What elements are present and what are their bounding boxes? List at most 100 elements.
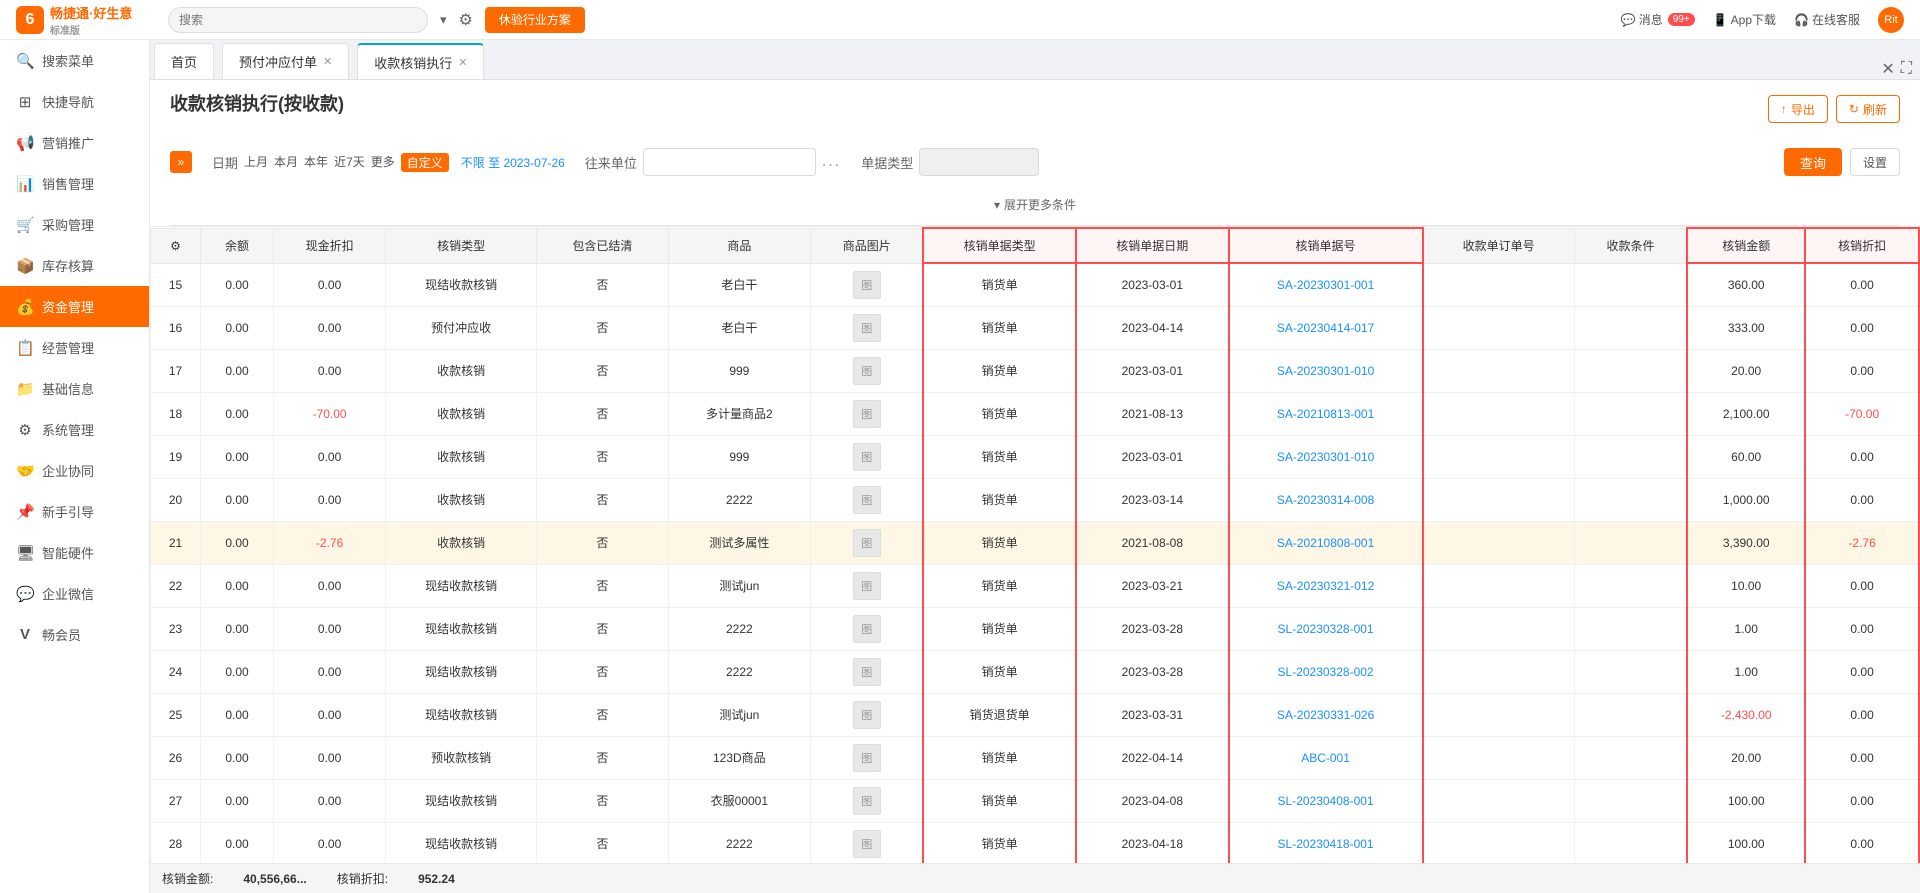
tab-receipt-close[interactable]: ✕ — [458, 56, 467, 69]
cell-verify-no[interactable]: SL-20230328-002 — [1229, 650, 1423, 693]
cell-balance: 0.00 — [201, 306, 274, 349]
cell-verify-voucher-type: 销货单 — [923, 779, 1076, 822]
table-header-row: ⚙ 余额 现金折扣 核销类型 包含已结清 商品 商品图片 核销单据类型 核销单据… — [151, 228, 1920, 263]
cell-verify-date: 2023-03-01 — [1076, 263, 1229, 306]
cell-verify-discount: 0.00 — [1805, 306, 1919, 349]
date-more[interactable]: 更多 — [371, 153, 395, 172]
cell-receipt-condition — [1574, 521, 1687, 564]
table-scroll[interactable]: ⚙ 余额 现金折扣 核销类型 包含已结清 商品 商品图片 核销单据类型 核销单据… — [150, 227, 1920, 863]
col-verify-voucher-type: 核销单据类型 — [923, 228, 1076, 263]
industry-btn[interactable]: 休验行业方案 — [485, 7, 585, 33]
sidebar-item-operations[interactable]: 📋 经营管理 — [0, 327, 149, 368]
cell-verify-no[interactable]: SL-20230408-001 — [1229, 779, 1423, 822]
online-service-btn[interactable]: 🎧 在线客服 — [1794, 11, 1860, 28]
cell-verify-voucher-type: 销货单 — [923, 822, 1076, 863]
sidebar-item-capital[interactable]: 💰 资金管理 — [0, 286, 149, 327]
cell-verify-discount: 0.00 — [1805, 263, 1919, 306]
cell-cash-discount: 0.00 — [274, 263, 386, 306]
sidebar-item-basic[interactable]: 📁 基础信息 — [0, 368, 149, 409]
cell-verify-voucher-type: 销货单 — [923, 650, 1076, 693]
sidebar-label-operations: 经营管理 — [42, 338, 94, 357]
sidebar-item-nav[interactable]: ⊞ 快捷导航 — [0, 81, 149, 122]
messages-btn[interactable]: 💬 消息 99+ — [1621, 11, 1695, 28]
cell-verify-date: 2022-04-14 — [1076, 736, 1229, 779]
settings-icon[interactable]: ⚙ — [459, 10, 473, 30]
cell-product: 999 — [668, 435, 810, 478]
app-download-btn[interactable]: 📱 App下载 — [1713, 11, 1776, 28]
cell-verify-no[interactable]: SA-20230301-010 — [1229, 435, 1423, 478]
cell-no: 16 — [151, 306, 201, 349]
cell-product-img: 图 — [811, 693, 924, 736]
cell-product-img: 图 — [811, 349, 924, 392]
cell-verify-no[interactable]: SA-20230301-001 — [1229, 263, 1423, 306]
search-input[interactable] — [168, 7, 428, 33]
sidebar-item-wechat[interactable]: 💬 企业微信 — [0, 573, 149, 614]
filter-expand-arrow[interactable]: » — [170, 151, 192, 173]
table-row: 25 0.00 0.00 现结收款核销 否 测试jun 图 销货退货单 2023… — [151, 693, 1920, 736]
gear-icon[interactable]: ⚙ — [170, 239, 181, 253]
sidebar-label-guide: 新手引导 — [42, 502, 94, 521]
sidebar-item-enterprise[interactable]: 🤝 企业协同 — [0, 450, 149, 491]
sidebar-item-search[interactable]: 🔍 搜索菜单 — [0, 40, 149, 81]
tab-bar-right: ✕ ⛶ — [1881, 59, 1920, 79]
sidebar-label-purchase: 采购管理 — [42, 215, 94, 234]
cell-verify-no[interactable]: ABC-001 — [1229, 736, 1423, 779]
expand-more-btn[interactable]: ▾ 展开更多条件 — [994, 190, 1076, 219]
cell-verify-no[interactable]: SA-20210813-001 — [1229, 392, 1423, 435]
settings-btn[interactable]: 设置 — [1850, 148, 1900, 176]
cell-verify-type: 现结收款核销 — [386, 693, 537, 736]
expand-window-btn[interactable]: ⛶ — [1901, 60, 1912, 78]
cell-verify-no[interactable]: SA-20230414-017 — [1229, 306, 1423, 349]
sidebar-item-system[interactable]: ⚙ 系统管理 — [0, 409, 149, 450]
voucher-type-select[interactable] — [919, 148, 1039, 176]
partner-input[interactable] — [643, 148, 816, 176]
sidebar: 🔍 搜索菜单 ⊞ 快捷导航 📢 营销推广 📊 销售管理 🛒 采购管理 📦 库存核… — [0, 40, 150, 893]
table-row: 20 0.00 0.00 收款核销 否 2222 图 销货单 2023-03-1… — [151, 478, 1920, 521]
refresh-btn[interactable]: ↻ 刷新 — [1836, 95, 1900, 123]
date-this-month[interactable]: 本月 — [274, 153, 298, 172]
cell-verify-no[interactable]: SA-20230301-010 — [1229, 349, 1423, 392]
tab-prepay-close[interactable]: ✕ — [323, 55, 332, 68]
date-last-month[interactable]: 上月 — [244, 153, 268, 172]
close-window-btn[interactable]: ✕ — [1881, 59, 1894, 79]
date-7days[interactable]: 近7天 — [334, 153, 365, 172]
sidebar-item-sales[interactable]: 📊 销售管理 — [0, 163, 149, 204]
sidebar-label-basic: 基础信息 — [42, 379, 94, 398]
app-edition: 标准版 — [50, 22, 132, 37]
query-btn[interactable]: 查询 — [1784, 148, 1842, 176]
cell-verify-no[interactable]: SA-20230321-012 — [1229, 564, 1423, 607]
cell-verify-date: 2023-04-08 — [1076, 779, 1229, 822]
cell-product: 衣服00001 — [668, 779, 810, 822]
system-icon: ⚙ — [16, 421, 34, 439]
cell-cash-discount: 0.00 — [274, 650, 386, 693]
tab-receipt[interactable]: 收款核销执行 ✕ — [357, 43, 484, 79]
cell-verify-no[interactable]: SL-20230328-001 — [1229, 607, 1423, 650]
table-row: 16 0.00 0.00 预付冲应收 否 老白干 图 销货单 2023-04-1… — [151, 306, 1920, 349]
cell-no: 20 — [151, 478, 201, 521]
cell-verify-no[interactable]: SA-20230331-026 — [1229, 693, 1423, 736]
cell-product: 老白干 — [668, 306, 810, 349]
sidebar-item-inventory[interactable]: 📦 库存核算 — [0, 245, 149, 286]
cell-product: 老白干 — [668, 263, 810, 306]
date-this-year[interactable]: 本年 — [304, 153, 328, 172]
export-btn[interactable]: ↑ 导出 — [1768, 95, 1828, 123]
cell-product-img: 图 — [811, 607, 924, 650]
user-profile[interactable]: Rit — [1878, 7, 1904, 33]
footer-discount-value: 952.24 — [418, 872, 455, 886]
col-gear[interactable]: ⚙ — [151, 228, 201, 263]
cell-verify-no[interactable]: SA-20210808-001 — [1229, 521, 1423, 564]
tab-home[interactable]: 首页 — [154, 43, 214, 79]
cell-verify-no[interactable]: SL-20230418-001 — [1229, 822, 1423, 863]
partner-filter: 往来单位 ... — [585, 148, 841, 176]
tab-prepay[interactable]: 预付冲应付单 ✕ — [222, 43, 349, 79]
sidebar-item-hardware[interactable]: 🖥 智能硬件 — [0, 532, 149, 573]
cell-verify-discount: 0.00 — [1805, 650, 1919, 693]
sidebar-item-member[interactable]: V 畅会员 — [0, 614, 149, 655]
dropdown-icon[interactable]: ▾ — [440, 12, 447, 28]
sidebar-item-guide[interactable]: 📌 新手引导 — [0, 491, 149, 532]
cell-product-img: 图 — [811, 478, 924, 521]
cell-verify-no[interactable]: SA-20230314-008 — [1229, 478, 1423, 521]
sidebar-item-purchase[interactable]: 🛒 采购管理 — [0, 204, 149, 245]
sidebar-item-marketing[interactable]: 📢 营销推广 — [0, 122, 149, 163]
date-custom[interactable]: 自定义 — [401, 153, 449, 172]
